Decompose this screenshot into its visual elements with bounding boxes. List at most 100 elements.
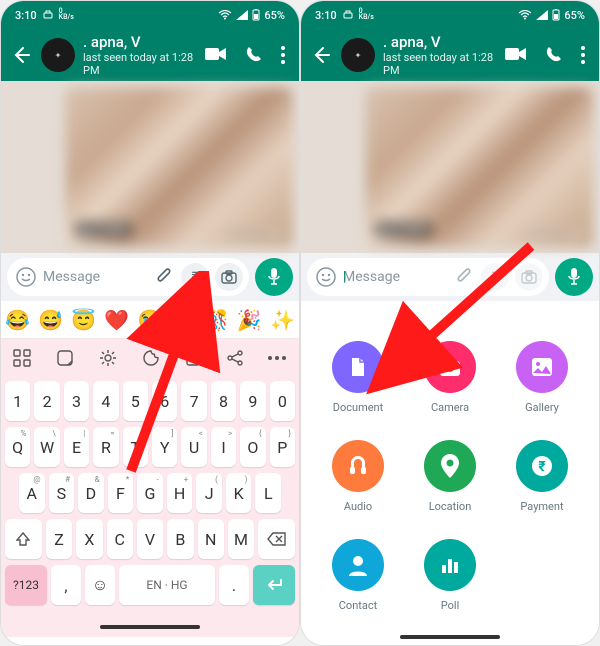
kbd-grid-icon[interactable] [13,349,31,367]
emoji-picker-button[interactable] [315,266,337,288]
kbd-more-icon[interactable] [268,356,286,360]
emoji-key[interactable]: ☺ [85,565,115,605]
download-size-badge[interactable]: 5.5 MB [374,221,433,238]
avatar[interactable]: ✦ [41,38,75,72]
more-menu-button[interactable] [581,46,585,64]
key-k[interactable]: K) [226,473,252,513]
symbols-key[interactable]: ?123 [5,565,47,605]
attach-audio[interactable]: Audio [332,440,384,513]
attach-poll[interactable]: Poll [424,539,476,612]
key-i[interactable]: I> [211,427,236,467]
camera-button[interactable] [215,263,243,291]
more-menu-button[interactable] [281,46,285,64]
key-e[interactable]: E| [64,427,89,467]
message-input[interactable]: |Message ₹ [307,258,549,296]
key-m[interactable]: M [228,519,254,559]
backspace-key[interactable] [258,519,295,559]
key-1[interactable]: 1 [5,381,30,421]
key-c[interactable]: C [107,519,133,559]
key-f[interactable]: F* [108,473,134,513]
attach-camera[interactable]: Camera [424,341,476,414]
key-b[interactable]: B [167,519,193,559]
key-7[interactable]: 7 [181,381,206,421]
kbd-clipboard-icon[interactable] [185,349,201,367]
video-call-button[interactable] [205,46,227,64]
key-j[interactable]: J( [196,473,222,513]
back-button[interactable] [309,43,333,67]
video-call-button[interactable] [505,46,527,64]
key-3[interactable]: 3 [64,381,89,421]
key-n[interactable]: N [198,519,224,559]
key-x[interactable]: X [76,519,102,559]
emoji-suggestion[interactable]: 🥺 [171,308,196,332]
image-message[interactable]: 5.5 MB 10:35 AM [365,87,593,247]
voice-call-button[interactable] [245,46,263,64]
enter-key[interactable] [253,565,295,605]
key-o[interactable]: O{ [240,427,265,467]
key-h[interactable]: H+ [167,473,193,513]
comma-key[interactable]: , [51,565,81,605]
key-v[interactable]: V [137,519,163,559]
key-8[interactable]: 8 [211,381,236,421]
emoji-suggestion[interactable]: 🎉 [237,308,262,332]
kbd-settings-icon[interactable] [99,349,117,367]
mic-button[interactable] [255,258,293,296]
emoji-suggestion[interactable]: 😅 [38,308,63,332]
kbd-share-icon[interactable] [226,349,244,367]
shift-key[interactable] [5,519,42,559]
download-size-badge[interactable]: 5.5 MB [74,221,133,238]
key-4[interactable]: 4 [93,381,118,421]
key-2[interactable]: 2 [34,381,59,421]
key-u[interactable]: U< [181,427,206,467]
key-q[interactable]: Q% [5,427,30,467]
key-0[interactable]: 0 [270,381,295,421]
emoji-suggestion[interactable]: ✨ [270,308,295,332]
emoji-suggestion[interactable]: 😇 [71,308,96,332]
payment-button[interactable]: ₹ [181,263,209,291]
emoji-suggestion[interactable]: 😭 [138,308,163,332]
mic-button[interactable] [555,258,593,296]
key-9[interactable]: 9 [240,381,265,421]
voice-call-button[interactable] [545,46,563,64]
key-l[interactable]: L [255,473,281,513]
key-a[interactable]: A@ [19,473,45,513]
key-d[interactable]: D& [78,473,104,513]
nav-bar[interactable] [301,635,599,639]
key-y[interactable]: Y] [152,427,177,467]
contact-info[interactable]: . apna, V last seen today at 1:28 PM [383,33,497,77]
nav-bar[interactable] [1,617,299,637]
attach-contact[interactable]: Contact [332,539,384,612]
image-message[interactable]: 5.5 MB 10:35 AM [65,87,293,247]
chat-body[interactable]: 5.5 MB 10:35 AM [1,81,299,253]
attach-payment[interactable]: ₹Payment [516,440,568,513]
kbd-theme-icon[interactable] [142,349,160,367]
emoji-suggestion[interactable]: 🎊 [204,308,229,332]
key-5[interactable]: 5 [123,381,148,421]
attach-document[interactable]: Document [332,341,384,414]
emoji-suggestion[interactable]: ❤️ [104,308,129,332]
emoji-picker-button[interactable] [15,266,37,288]
avatar[interactable]: ✦ [341,38,375,72]
attach-button[interactable] [155,267,175,287]
key-p[interactable]: P} [270,427,295,467]
chat-body[interactable]: 5.5 MB 10:35 AM [301,81,599,253]
period-key[interactable]: . [219,565,249,605]
attach-button[interactable] [455,267,475,287]
key-w[interactable]: W\ [34,427,59,467]
key-6[interactable]: 6 [152,381,177,421]
emoji-suggestion[interactable]: 😂 [5,308,30,332]
key-r[interactable]: R= [93,427,118,467]
key-s[interactable]: S# [49,473,75,513]
payment-button[interactable]: ₹ [481,263,509,291]
key-g[interactable]: G- [137,473,163,513]
back-button[interactable] [9,43,33,67]
key-t[interactable]: T[ [123,427,148,467]
attach-gallery[interactable]: Gallery [516,341,568,414]
kbd-sticker-icon[interactable] [56,349,74,367]
contact-info[interactable]: . apna, V last seen today at 1:28 PM [83,33,197,77]
message-input[interactable]: Message ₹ [7,258,249,296]
attach-location[interactable]: Location [424,440,476,513]
camera-button[interactable] [515,263,543,291]
key-z[interactable]: Z [46,519,72,559]
space-key[interactable]: EN · HG [119,565,215,605]
